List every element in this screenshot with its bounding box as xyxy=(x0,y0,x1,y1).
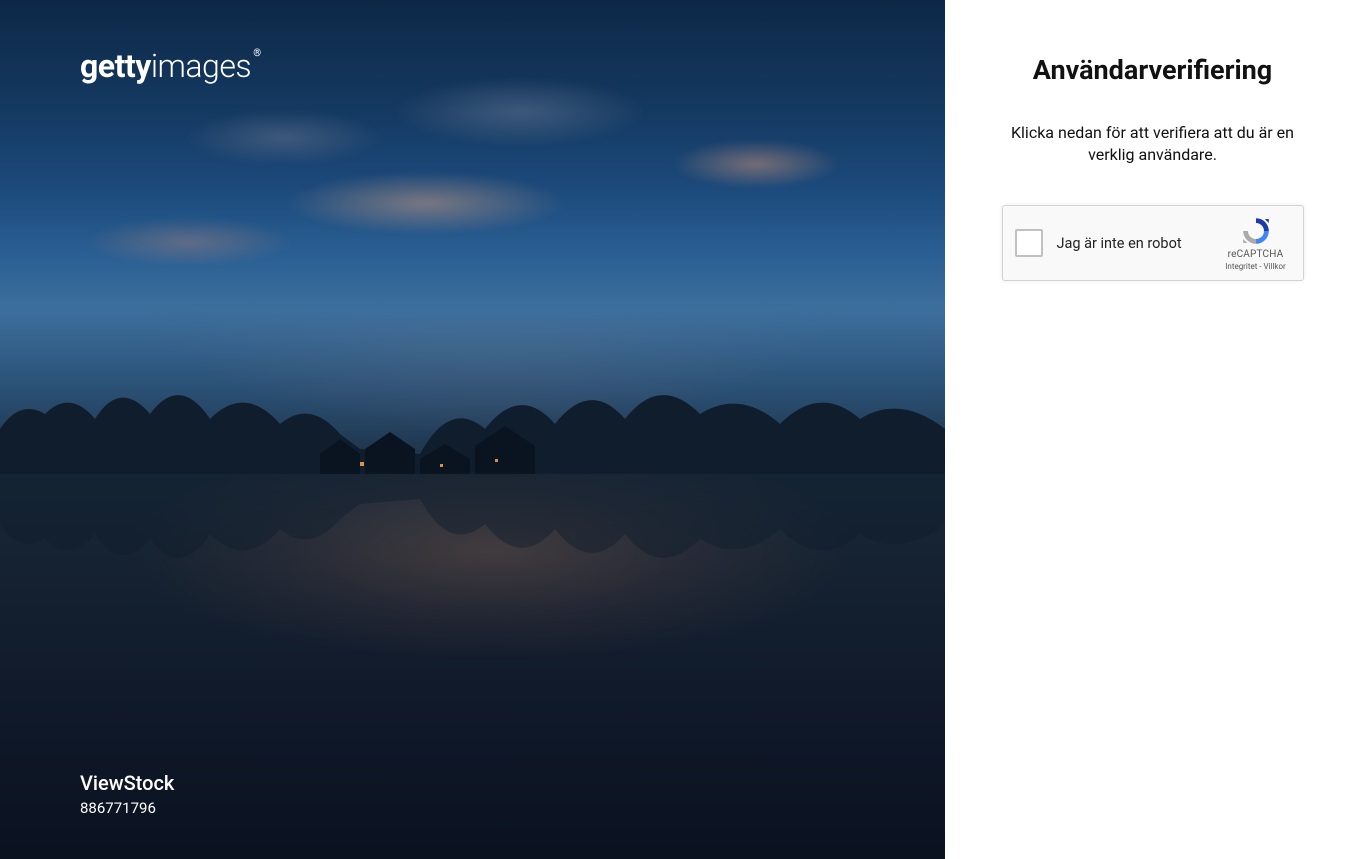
recaptcha-branding: reCAPTCHA Integritet - Villkor xyxy=(1221,215,1291,271)
hero-image-panel: gettyimages ® ViewStock 886771796 xyxy=(0,0,945,859)
recaptcha-label: Jag är inte en robot xyxy=(1057,235,1221,252)
credit-author: ViewStock xyxy=(80,771,174,795)
building-silhouette xyxy=(310,404,630,484)
recaptcha-terms-link[interactable]: Villkor xyxy=(1264,262,1286,271)
recaptcha-widget[interactable]: Jag är inte en robot reCAPTCHA Integrite… xyxy=(1002,205,1304,281)
verification-panel: Användarverifiering Klicka nedan för att… xyxy=(945,0,1360,859)
credit-image-id: 886771796 xyxy=(80,799,174,817)
recaptcha-brand-name: reCAPTCHA xyxy=(1228,249,1284,260)
page-title: Användarverifiering xyxy=(1033,54,1272,86)
logo-part2: images xyxy=(151,47,251,85)
sky-clouds xyxy=(0,60,945,320)
verification-description: Klicka nedan för att verifiera att du är… xyxy=(993,122,1313,165)
recaptcha-icon xyxy=(1240,215,1272,247)
recaptcha-checkbox[interactable] xyxy=(1015,229,1043,257)
recaptcha-privacy-link[interactable]: Integritet xyxy=(1225,262,1257,271)
logo-part1: getty xyxy=(80,47,151,85)
recaptcha-legal-links: Integritet - Villkor xyxy=(1225,262,1286,271)
gettyimages-logo: gettyimages ® xyxy=(80,50,251,82)
registered-mark: ® xyxy=(253,48,261,59)
image-credit: ViewStock 886771796 xyxy=(80,771,174,817)
